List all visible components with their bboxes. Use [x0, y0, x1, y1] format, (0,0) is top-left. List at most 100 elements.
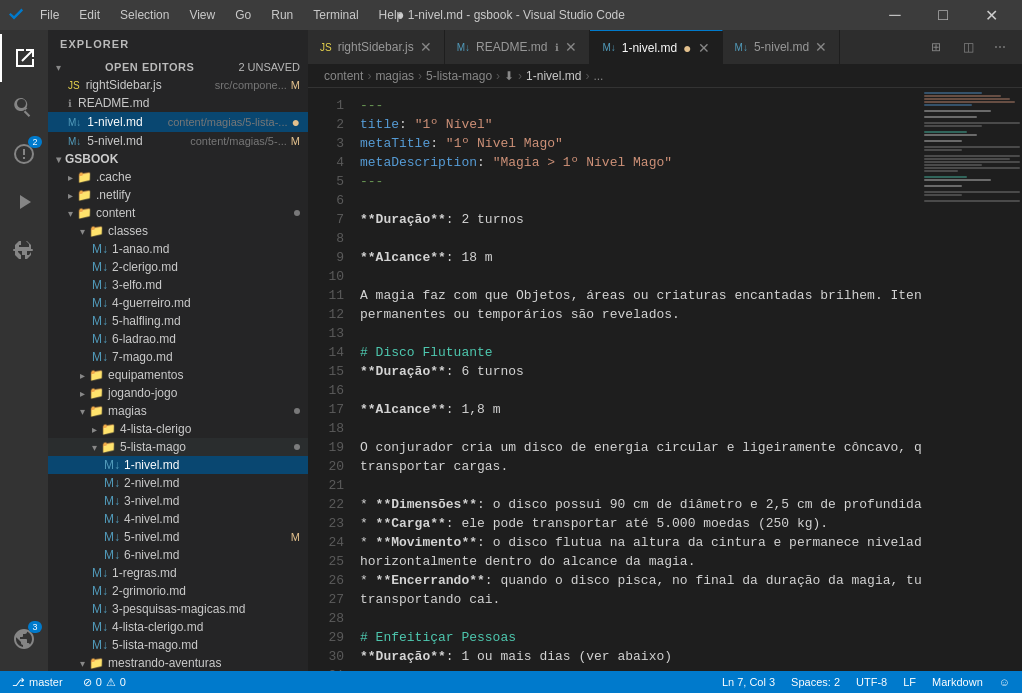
- file-name: 4-lista-clerigo.md: [112, 620, 203, 634]
- status-errors[interactable]: ⊘ 0 ⚠ 0: [79, 676, 130, 689]
- open-file-name: 5-nivel.md: [87, 134, 186, 148]
- open-file-name: README.md: [78, 96, 300, 110]
- tab-readme[interactable]: M↓ README.md ℹ ✕: [445, 30, 591, 64]
- status-encoding[interactable]: UTF-8: [852, 676, 891, 688]
- language-text: Markdown: [932, 676, 983, 688]
- breadcrumb-5lista-mago[interactable]: 5-lista-mago: [426, 69, 492, 83]
- folder-jogando[interactable]: ▸ 📁 jogando-jogo: [48, 384, 308, 402]
- branch-icon: ⎇: [12, 676, 25, 689]
- status-branch[interactable]: ⎇ master: [8, 676, 67, 689]
- more-actions-btn[interactable]: ⋯: [986, 33, 1014, 61]
- tab-close[interactable]: ✕: [565, 39, 577, 55]
- breadcrumb-current[interactable]: 1-nivel.md: [526, 69, 581, 83]
- breadcrumb-content[interactable]: content: [324, 69, 363, 83]
- file-4guerreiro[interactable]: M↓ 4-guerreiro.md: [48, 294, 308, 312]
- status-language[interactable]: Markdown: [928, 676, 987, 688]
- breadcrumb-magias[interactable]: magias: [375, 69, 414, 83]
- activity-git[interactable]: 2: [0, 130, 48, 178]
- folder-mestrando[interactable]: ▾ 📁 mestrando-aventuras: [48, 654, 308, 671]
- tab-5nivel[interactable]: M↓ 5-nivel.md ✕: [723, 30, 841, 64]
- remote-badge: 3: [28, 621, 42, 633]
- folder-chevron: ▸: [68, 172, 73, 183]
- open-file-rightSidebar[interactable]: JS rightSidebar.js src/compone... M: [48, 76, 308, 94]
- folder-4-lista-clerigo[interactable]: ▸ 📁 4-lista-clerigo: [48, 420, 308, 438]
- file-7mago[interactable]: M↓ 7-mago.md: [48, 348, 308, 366]
- sidebar: EXPLORER ▾ OPEN EDITORS 2 UNSAVED JS rig…: [48, 30, 308, 671]
- md-icon: M↓: [104, 548, 120, 562]
- sidebar-content[interactable]: ▾ OPEN EDITORS 2 UNSAVED JS rightSidebar…: [48, 58, 308, 671]
- preview-btn[interactable]: ◫: [954, 33, 982, 61]
- file-6ladrao[interactable]: M↓ 6-ladrao.md: [48, 330, 308, 348]
- open-editors-header[interactable]: ▾ OPEN EDITORS 2 UNSAVED: [48, 58, 308, 76]
- folder-5-lista-mago[interactable]: ▾ 📁 5-lista-mago: [48, 438, 308, 456]
- file-name: 4-guerreiro.md: [112, 296, 191, 310]
- maximize-button[interactable]: □: [920, 0, 966, 30]
- file-name: 3-nivel.md: [124, 494, 179, 508]
- file-3elfo[interactable]: M↓ 3-elfo.md: [48, 276, 308, 294]
- menu-run[interactable]: Run: [263, 6, 301, 24]
- file-4nivel[interactable]: M↓ 4-nivel.md: [48, 510, 308, 528]
- folder-chevron: ▾: [68, 208, 73, 219]
- activity-run[interactable]: [0, 178, 48, 226]
- file-2grimorio[interactable]: M↓ 2-grimorio.md: [48, 582, 308, 600]
- tab-rightSidebar[interactable]: JS rightSidebar.js ✕: [308, 30, 445, 64]
- file-4lista-clerigo[interactable]: M↓ 4-lista-clerigo.md: [48, 618, 308, 636]
- activity-explorer[interactable]: [0, 34, 48, 82]
- activity-extensions[interactable]: [0, 226, 48, 274]
- open-file-1nivel[interactable]: M↓ 1-nivel.md content/magias/5-lista-...…: [48, 112, 308, 132]
- minimize-button[interactable]: ─: [872, 0, 918, 30]
- folder-netlify[interactable]: ▸ 📁 .netlify: [48, 186, 308, 204]
- status-eol[interactable]: LF: [899, 676, 920, 688]
- file-2nivel[interactable]: M↓ 2-nivel.md: [48, 474, 308, 492]
- gsbook-header[interactable]: ▾ GSBOOK: [48, 150, 308, 168]
- folder-cache[interactable]: ▸ 📁 .cache: [48, 168, 308, 186]
- status-spaces[interactable]: Spaces: 2: [787, 676, 844, 688]
- tab-1nivel[interactable]: M↓ 1-nivel.md ● ✕: [590, 30, 722, 64]
- split-editor-btn[interactable]: ⊞: [922, 33, 950, 61]
- tab-close[interactable]: ✕: [698, 40, 710, 56]
- file-name: 5-nivel.md: [124, 530, 179, 544]
- tab-close[interactable]: ✕: [420, 39, 432, 55]
- folder-equipamentos[interactable]: ▸ 📁 equipamentos: [48, 366, 308, 384]
- info-icon: ℹ: [68, 98, 72, 109]
- menu-edit[interactable]: Edit: [71, 6, 108, 24]
- code-content[interactable]: --- title: "1º Nível" metaTitle: "1º Nív…: [356, 88, 922, 671]
- tab-close[interactable]: ✕: [815, 39, 827, 55]
- folder-chevron: ▸: [92, 424, 97, 435]
- file-1anao[interactable]: M↓ 1-anao.md: [48, 240, 308, 258]
- breadcrumb-ellipsis[interactable]: ...: [593, 69, 603, 83]
- breadcrumb-sep: ›: [518, 69, 522, 83]
- menu-selection[interactable]: Selection: [112, 6, 177, 24]
- menu-go[interactable]: Go: [227, 6, 259, 24]
- file-5halfling[interactable]: M↓ 5-halfling.md: [48, 312, 308, 330]
- file-3nivel[interactable]: M↓ 3-nivel.md: [48, 492, 308, 510]
- menu-terminal[interactable]: Terminal: [305, 6, 366, 24]
- eol-text: LF: [903, 676, 916, 688]
- file-5nivel[interactable]: M↓ 5-nivel.md M: [48, 528, 308, 546]
- magias-dot: [294, 408, 300, 414]
- file-6nivel[interactable]: M↓ 6-nivel.md: [48, 546, 308, 564]
- activity-remote[interactable]: 3: [0, 615, 48, 663]
- sidebar-title: EXPLORER: [48, 30, 308, 58]
- folder-magias[interactable]: ▾ 📁 magias: [48, 402, 308, 420]
- menu-view[interactable]: View: [181, 6, 223, 24]
- folder-chevron: ▾: [80, 406, 85, 417]
- status-feedback[interactable]: ☺: [995, 676, 1014, 688]
- folder-content[interactable]: ▾ 📁 content: [48, 204, 308, 222]
- folder-icon: 📁: [89, 656, 104, 670]
- file-3pesquisas[interactable]: M↓ 3-pesquisas-magicas.md: [48, 600, 308, 618]
- status-line-col[interactable]: Ln 7, Col 3: [718, 676, 779, 688]
- file-5lista-mago[interactable]: M↓ 5-lista-mago.md: [48, 636, 308, 654]
- close-button[interactable]: ✕: [968, 0, 1014, 30]
- folder-icon: 📁: [101, 440, 116, 454]
- open-file-readme[interactable]: ℹ README.md: [48, 94, 308, 112]
- file-1nivel[interactable]: M↓ 1-nivel.md: [48, 456, 308, 474]
- file-1regras[interactable]: M↓ 1-regras.md: [48, 564, 308, 582]
- activity-search[interactable]: [0, 82, 48, 130]
- code-editor[interactable]: 1 2 3 4 5 6 7 8 9 10 11 12 13 14 15 16 1…: [308, 88, 1022, 671]
- file-name: 2-clerigo.md: [112, 260, 178, 274]
- file-2clerigo[interactable]: M↓ 2-clerigo.md: [48, 258, 308, 276]
- open-file-5nivel[interactable]: M↓ 5-nivel.md content/magias/5-... M: [48, 132, 308, 150]
- menu-file[interactable]: File: [32, 6, 67, 24]
- folder-classes[interactable]: ▾ 📁 classes: [48, 222, 308, 240]
